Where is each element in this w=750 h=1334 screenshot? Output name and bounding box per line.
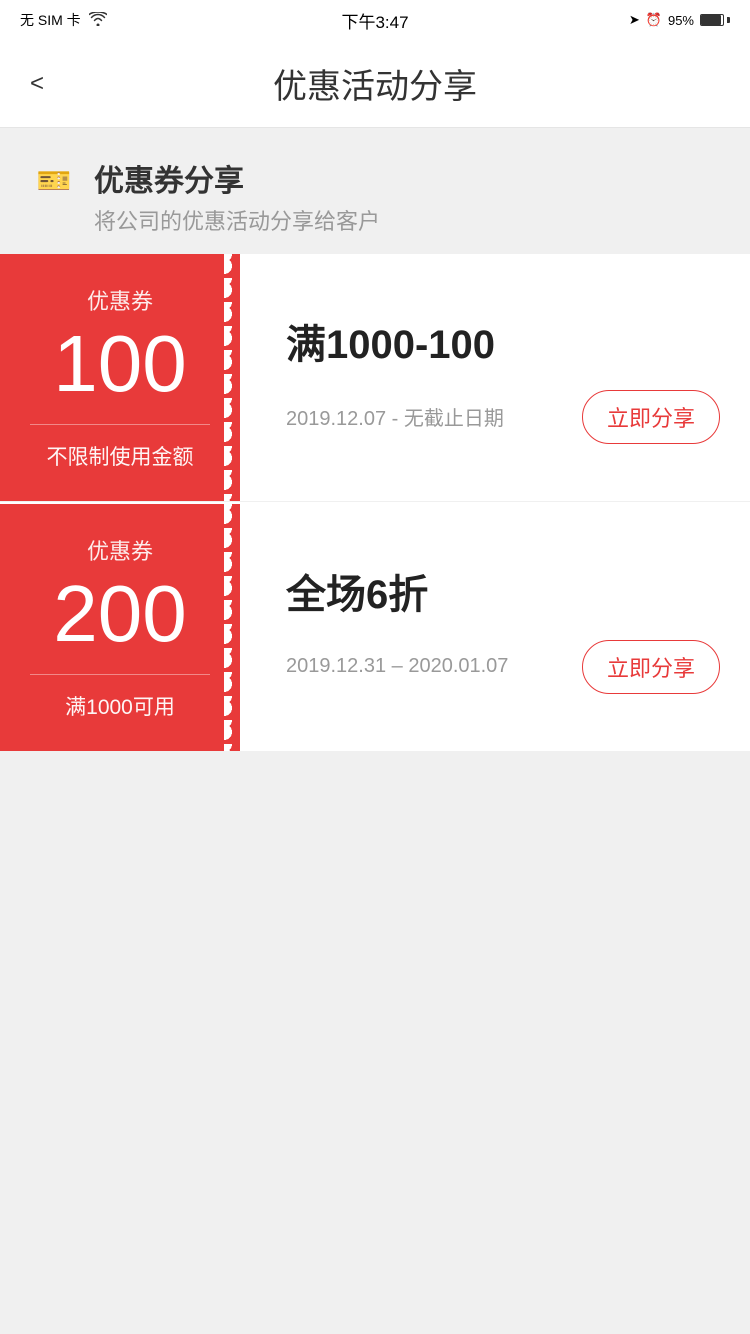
coupon-meta-2: 2019.12.31 – 2020.01.07 立即分享 [286,640,720,694]
carrier-label: 无 SIM 卡 [20,10,81,30]
coupon-divider-2 [30,674,210,675]
coupons-container: 优惠券 100 不限制使用金额 满1000-100 2019.12.07 - 无… [0,254,750,752]
section-header: 🎫 优惠券分享 将公司的优惠活动分享给客户 [0,128,750,254]
coupon-amount-1: 100 [53,324,186,404]
location-icon: ➤ [629,12,640,28]
back-button[interactable]: < [20,60,54,108]
section-icon: 🎫 [30,156,78,204]
status-right: ➤ ⏰ 95% [629,12,730,28]
coupon-name-2: 全场6折 [286,562,720,620]
nav-bar: < 优惠活动分享 [0,40,750,128]
coupon-name-1: 满1000-100 [286,312,720,370]
wifi-icon [89,12,107,29]
coupon-type-1: 优惠券 [87,284,153,316]
coupon-left-2: 优惠券 200 满1000可用 [0,504,240,751]
share-button-1[interactable]: 立即分享 [582,390,720,444]
section-title: 优惠券分享 [94,156,380,200]
status-left: 无 SIM 卡 [20,10,107,30]
battery-icon [700,14,730,26]
coupon-left-1: 优惠券 100 不限制使用金额 [0,254,240,501]
coupon-date-2: 2019.12.31 – 2020.01.07 [286,655,562,678]
battery-percent: 95% [668,13,694,28]
coupon-type-2: 优惠券 [87,534,153,566]
alarm-icon: ⏰ [646,12,662,28]
status-bar: 无 SIM 卡 下午3:47 ➤ ⏰ 95% [0,0,750,40]
coupon-date-1: 2019.12.07 - 无截止日期 [286,402,562,431]
empty-area [0,754,750,1254]
coupon-meta-1: 2019.12.07 - 无截止日期 立即分享 [286,390,720,444]
coupon-right-2: 全场6折 2019.12.31 – 2020.01.07 立即分享 [240,504,750,751]
coupon-right-1: 满1000-100 2019.12.07 - 无截止日期 立即分享 [240,254,750,501]
coupon-condition-1: 不限制使用金额 [47,441,194,471]
share-button-2[interactable]: 立即分享 [582,640,720,694]
coupon-card-2: 优惠券 200 满1000可用 全场6折 2019.12.31 – 2020.0… [0,504,750,752]
status-time: 下午3:47 [341,8,408,33]
section-subtitle: 将公司的优惠活动分享给客户 [94,204,380,236]
page-title: 优惠活动分享 [273,59,477,108]
coupon-divider-1 [30,424,210,425]
coupon-condition-2: 满1000可用 [65,691,175,721]
coupon-amount-2: 200 [53,574,186,654]
section-text-block: 优惠券分享 将公司的优惠活动分享给客户 [94,156,380,236]
coupon-card-1: 优惠券 100 不限制使用金额 满1000-100 2019.12.07 - 无… [0,254,750,502]
